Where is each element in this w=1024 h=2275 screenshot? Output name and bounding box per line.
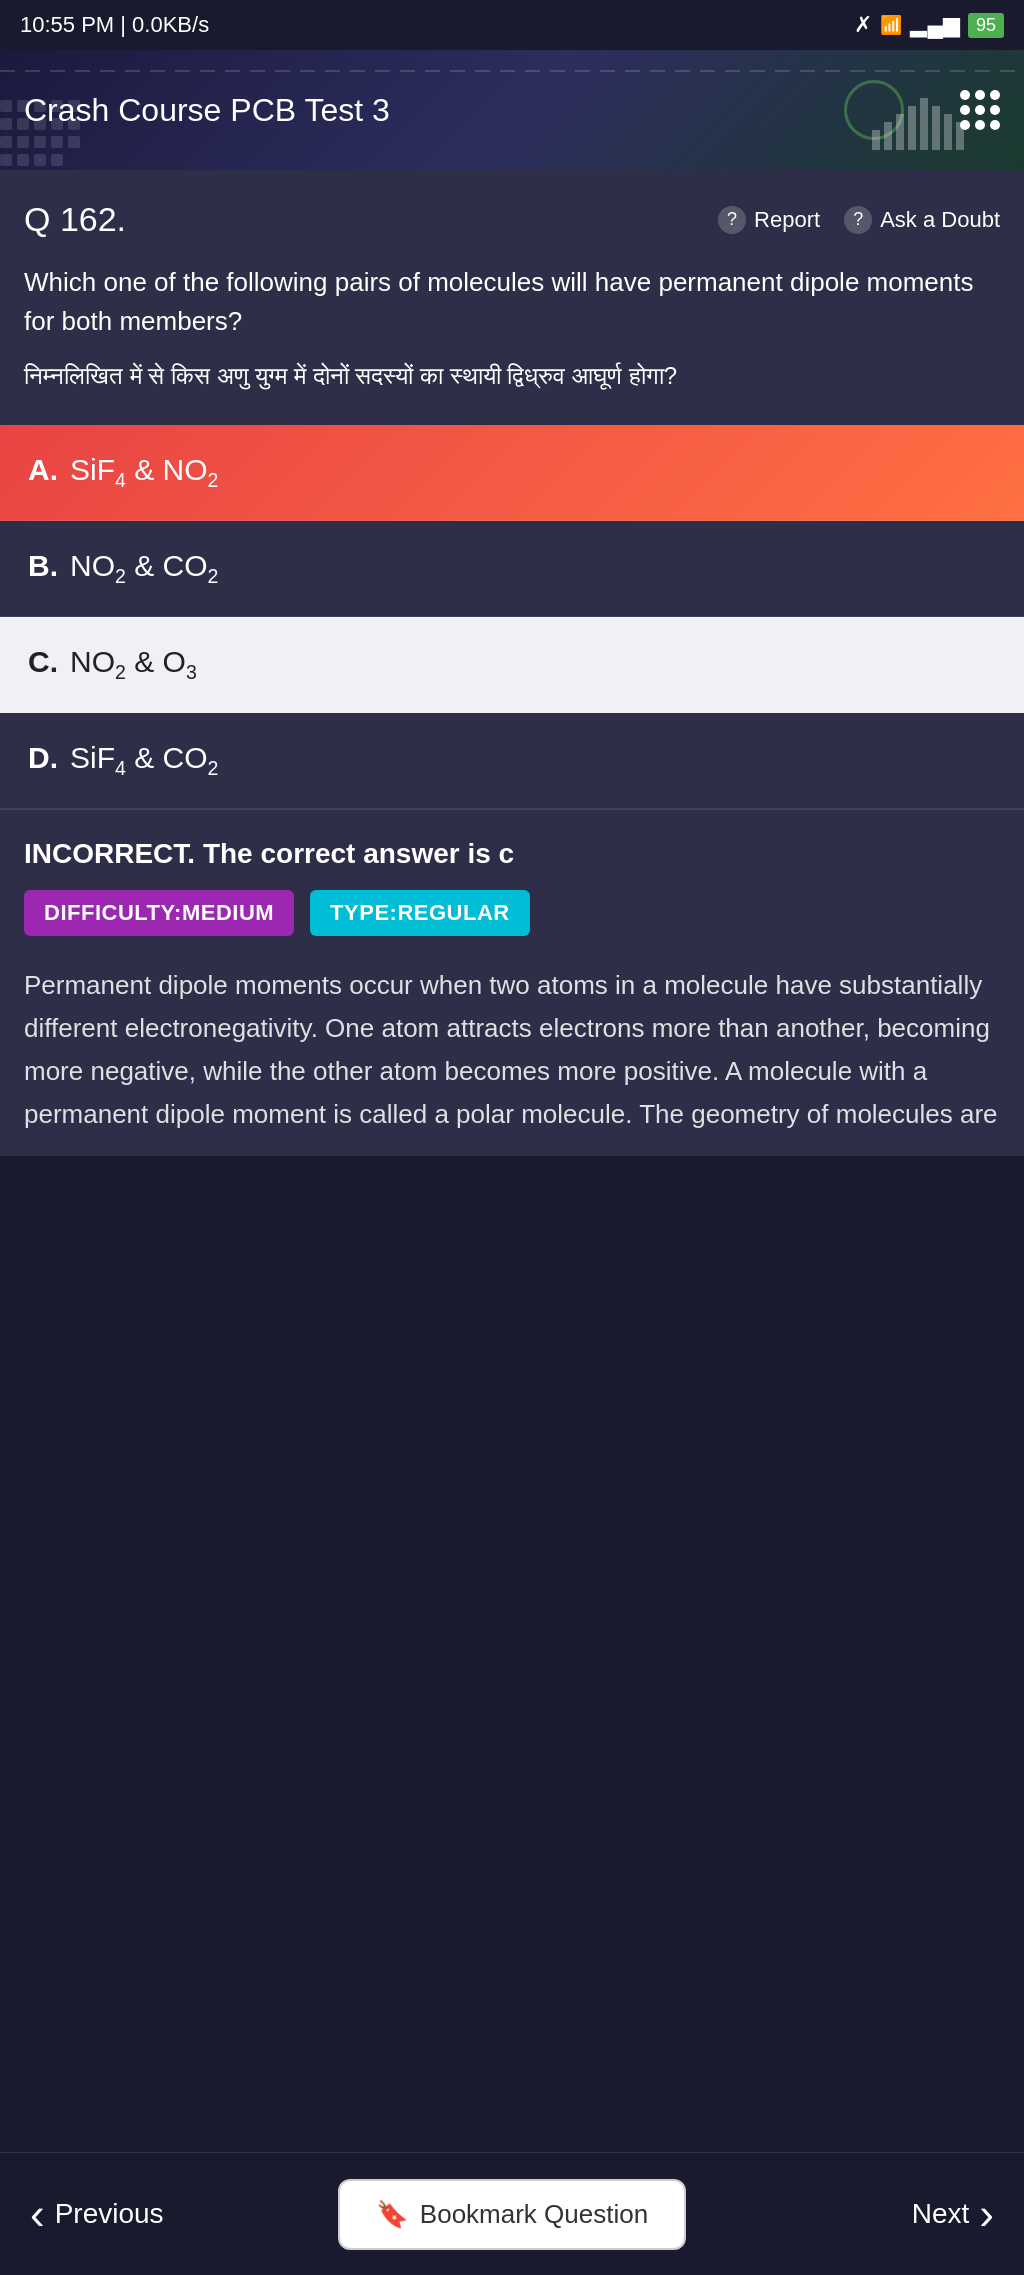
option-b-label: B. xyxy=(28,549,58,583)
question-text-english: Which one of the following pairs of mole… xyxy=(24,263,1000,341)
option-d-formula: SiF4 & CO2 xyxy=(70,741,218,780)
option-d-label: D. xyxy=(28,741,58,775)
bookmark-label: Bookmark Question xyxy=(420,2199,648,2230)
option-c-text: C. NO2 & O3 xyxy=(28,645,996,684)
bottom-navigation: ‹ Previous 🔖 Bookmark Question Next › xyxy=(0,2152,1024,2275)
option-a-text: A. SiF4 & NO2 xyxy=(28,453,996,492)
question-text-hindi: निम्नलिखित में से किस अणु युग्म में दोनो… xyxy=(24,357,1000,395)
option-a-label: A. xyxy=(28,453,58,487)
question-header: Q 162. ? Report ? Ask a Doubt xyxy=(24,200,1000,239)
option-b[interactable]: B. NO2 & CO2 xyxy=(0,521,1024,617)
header-title: Crash Course PCB Test 3 xyxy=(24,92,390,129)
question-card: Q 162. ? Report ? Ask a Doubt Which one … xyxy=(0,170,1024,425)
option-b-formula: NO2 & CO2 xyxy=(70,549,218,588)
next-label: Next xyxy=(912,2198,970,2230)
next-arrow-icon: › xyxy=(979,2189,994,2239)
report-button[interactable]: ? Report xyxy=(718,206,820,234)
prev-arrow-icon: ‹ xyxy=(30,2189,45,2239)
question-actions: ? Report ? Ask a Doubt xyxy=(718,206,1000,234)
explanation-text: Permanent dipole moments occur when two … xyxy=(24,964,1000,1156)
previous-label: Previous xyxy=(55,2198,164,2230)
header: Crash Course PCB Test 3 xyxy=(0,50,1024,170)
options-container: A. SiF4 & NO2 B. NO2 & CO2 C. NO2 & O3 D… xyxy=(0,425,1024,809)
signal-icon: ▂▄▆ xyxy=(910,12,960,38)
option-c[interactable]: C. NO2 & O3 xyxy=(0,617,1024,713)
ask-doubt-label: Ask a Doubt xyxy=(880,207,1000,233)
bottom-spacer xyxy=(0,1156,1024,1356)
battery-icon: 95 xyxy=(968,13,1004,38)
bookmark-icon: 🔖 xyxy=(376,2199,408,2230)
network-icon: 📶 xyxy=(880,14,902,36)
report-label: Report xyxy=(754,207,820,233)
badges-container: DIFFICULTY:MEDIUM TYPE:REGULAR xyxy=(24,890,1000,936)
status-time: 10:55 PM | 0.0KB/s xyxy=(20,12,209,38)
status-icons: ✗ 📶 ▂▄▆ 95 xyxy=(854,12,1004,38)
ask-doubt-icon: ? xyxy=(844,206,872,234)
result-title: INCORRECT. The correct answer is c xyxy=(24,838,1000,870)
option-a[interactable]: A. SiF4 & NO2 xyxy=(0,425,1024,521)
option-c-formula: NO2 & O3 xyxy=(70,645,197,684)
option-c-label: C. xyxy=(28,645,58,679)
option-d-text: D. SiF4 & CO2 xyxy=(28,741,996,780)
bookmark-button[interactable]: 🔖 Bookmark Question xyxy=(338,2179,686,2250)
status-bar: 10:55 PM | 0.0KB/s ✗ 📶 ▂▄▆ 95 xyxy=(0,0,1024,50)
next-button[interactable]: Next › xyxy=(759,2153,1024,2275)
grid-menu-icon[interactable] xyxy=(960,90,1000,130)
difficulty-badge[interactable]: DIFFICULTY:MEDIUM xyxy=(24,890,294,936)
option-a-formula: SiF4 & NO2 xyxy=(70,453,218,492)
ask-doubt-button[interactable]: ? Ask a Doubt xyxy=(844,206,1000,234)
result-section: INCORRECT. The correct answer is c DIFFI… xyxy=(0,809,1024,1156)
previous-button[interactable]: ‹ Previous xyxy=(0,2153,265,2275)
question-number: Q 162. xyxy=(24,200,126,239)
option-b-text: B. NO2 & CO2 xyxy=(28,549,996,588)
bluetooth-icon: ✗ xyxy=(854,12,872,38)
report-icon: ? xyxy=(718,206,746,234)
header-bars-decoration xyxy=(872,98,964,150)
option-d[interactable]: D. SiF4 & CO2 xyxy=(0,713,1024,809)
type-badge[interactable]: TYPE:REGULAR xyxy=(310,890,530,936)
